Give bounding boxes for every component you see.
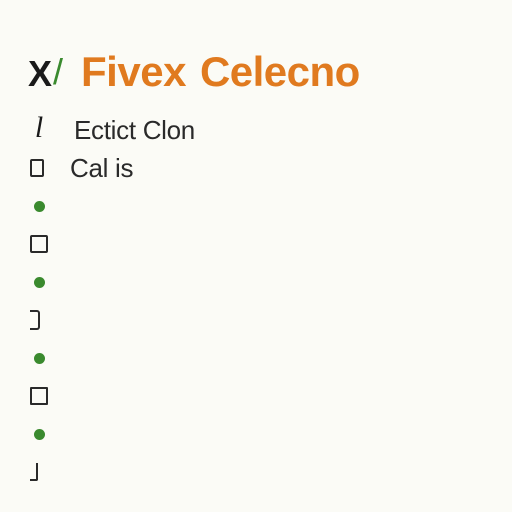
- header-slash-icon: /: [53, 51, 63, 93]
- checkbox-icon[interactable]: [30, 235, 48, 253]
- title-word-a: Fivex: [81, 48, 186, 96]
- bullet-icon: [24, 267, 54, 297]
- list-item[interactable]: [24, 226, 195, 262]
- header-prefix: X /: [28, 53, 63, 95]
- list-item[interactable]: [24, 378, 195, 414]
- list-item[interactable]: [24, 454, 195, 490]
- list-item[interactable]: l Ectict Clon: [24, 112, 195, 148]
- page-title: Fivex Celecno: [81, 48, 360, 96]
- list-item[interactable]: Cal is: [24, 150, 195, 186]
- partial-box-icon: [24, 457, 54, 487]
- check-icon: l: [24, 115, 54, 145]
- list-item[interactable]: [24, 302, 195, 338]
- list-item[interactable]: [24, 264, 195, 300]
- checklist: l Ectict Clon Cal is: [24, 112, 195, 490]
- list-item[interactable]: [24, 340, 195, 376]
- checkbox-icon[interactable]: [30, 159, 44, 177]
- bullet-icon: [24, 191, 54, 221]
- half-box-icon: [24, 305, 54, 335]
- list-item[interactable]: [24, 188, 195, 224]
- list-item-label: Cal is: [70, 153, 133, 184]
- bullet-icon: [24, 419, 54, 449]
- header: X / Fivex Celecno: [28, 48, 360, 96]
- list-item[interactable]: [24, 416, 195, 452]
- bullet-icon: [24, 343, 54, 373]
- title-word-b: Celecno: [200, 48, 360, 96]
- header-x-icon: X: [28, 53, 51, 95]
- list-item-label: Ectict Clon: [74, 115, 195, 146]
- checkbox-icon[interactable]: [30, 387, 48, 405]
